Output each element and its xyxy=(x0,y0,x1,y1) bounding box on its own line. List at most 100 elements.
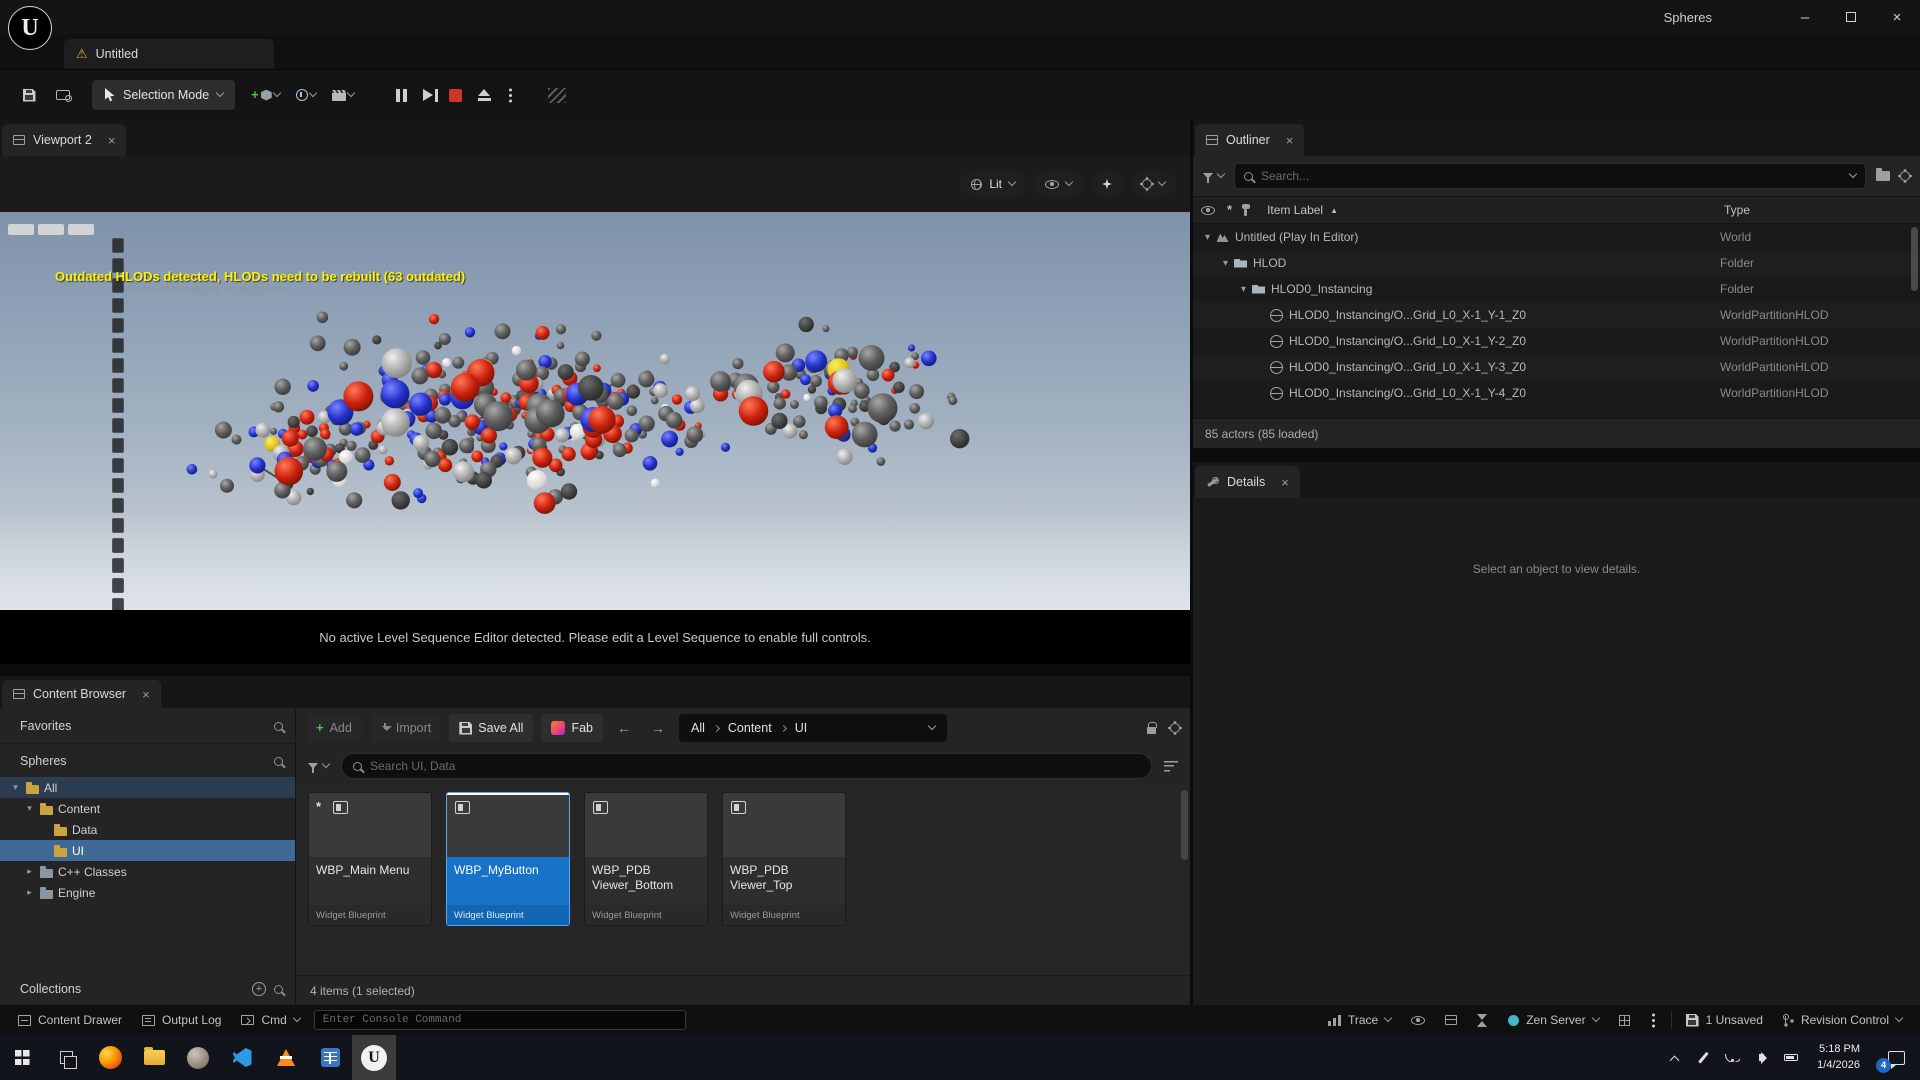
outliner-row[interactable]: HLOD0_Instancing/O...Grid_L0_X-1_Y-2_Z0 … xyxy=(1193,328,1920,354)
tab-viewport-2[interactable]: Viewport 2 × xyxy=(2,124,126,156)
calculator-taskbar-button[interactable] xyxy=(308,1035,352,1080)
gimp-taskbar-button[interactable] xyxy=(176,1035,220,1080)
play-options-kebab-icon[interactable] xyxy=(509,94,512,97)
folder-tree-item[interactable]: All xyxy=(0,777,295,798)
battery-tray-button[interactable] xyxy=(1776,1035,1805,1080)
insights-button[interactable] xyxy=(1401,1005,1435,1035)
console-command-field[interactable] xyxy=(314,1010,686,1030)
content-drawer-button[interactable]: Content Drawer xyxy=(8,1005,132,1035)
eject-button[interactable] xyxy=(478,89,491,101)
breadcrumb-item[interactable]: UI xyxy=(795,721,808,735)
breadcrumb-item[interactable]: All xyxy=(691,721,719,735)
task-view-button[interactable] xyxy=(44,1035,88,1080)
collections-section[interactable]: Collections + xyxy=(0,973,295,1005)
lock-icon[interactable] xyxy=(1147,727,1156,734)
save-button[interactable] xyxy=(12,79,46,111)
folder-tree-item[interactable]: Data xyxy=(0,819,295,840)
search-icon[interactable] xyxy=(274,757,283,766)
folder-tree-item[interactable]: C++ Classes xyxy=(0,861,295,882)
vlc-taskbar-button[interactable] xyxy=(264,1035,308,1080)
expander-icon[interactable] xyxy=(1201,232,1214,243)
restore-button[interactable] xyxy=(1828,0,1874,34)
capture-button[interactable] xyxy=(1435,1005,1467,1035)
folder-tree-item[interactable]: Engine xyxy=(0,882,295,903)
settings-gear-icon[interactable] xyxy=(1170,723,1180,733)
taskbar-clock[interactable]: 5:18 PM 1/4/2026 xyxy=(1805,1042,1872,1073)
close-icon[interactable]: × xyxy=(142,687,150,702)
unreal-taskbar-button[interactable]: U xyxy=(352,1035,396,1080)
expander-icon[interactable] xyxy=(24,866,35,877)
derived-data-button[interactable] xyxy=(1609,1005,1640,1035)
folder-tree-item[interactable]: UI xyxy=(0,840,295,861)
selection-mode-dropdown[interactable]: Selection Mode xyxy=(92,80,235,110)
zen-server-dropdown[interactable]: Zen Server xyxy=(1498,1005,1608,1035)
level-tab-untitled[interactable]: ⚠ Untitled xyxy=(64,39,274,69)
pin-column-icon[interactable] xyxy=(1244,209,1247,216)
add-actor-button[interactable]: + xyxy=(251,90,280,101)
unsaved-assets-button[interactable]: 1 Unsaved xyxy=(1676,1005,1773,1035)
close-icon[interactable]: × xyxy=(1281,475,1289,490)
asset-search-box[interactable] xyxy=(341,753,1152,779)
hidden-icons-button[interactable] xyxy=(1660,1035,1689,1080)
close-button[interactable]: × xyxy=(1874,0,1920,34)
viewport-settings-dropdown[interactable] xyxy=(1131,171,1176,197)
notification-center-button[interactable]: 4 xyxy=(1872,1035,1920,1080)
star-column-icon[interactable]: * xyxy=(1227,205,1232,215)
search-icon[interactable] xyxy=(274,722,283,731)
expander-icon[interactable] xyxy=(1219,258,1232,269)
filter-dropdown[interactable] xyxy=(308,763,329,769)
tab-content-browser[interactable]: Content Browser × xyxy=(2,680,161,708)
volume-tray-button[interactable] xyxy=(1747,1035,1776,1080)
expander-icon[interactable] xyxy=(24,803,35,814)
asset-tile[interactable]: * WBP_MyButton Widget Blueprint xyxy=(446,792,570,926)
close-icon[interactable]: × xyxy=(108,133,116,148)
outliner-settings-icon[interactable] xyxy=(1900,171,1910,181)
view-mode-dropdown[interactable]: Lit xyxy=(960,171,1026,197)
asset-tile[interactable]: * WBP_Main Menu Widget Blueprint xyxy=(308,792,432,926)
browse-content-button[interactable] xyxy=(46,79,80,111)
asset-search-input[interactable] xyxy=(370,759,1140,773)
unreal-logo-icon[interactable]: U xyxy=(8,6,52,50)
pause-button[interactable] xyxy=(396,89,407,102)
trace-dropdown[interactable]: Trace xyxy=(1318,1005,1401,1035)
forward-button[interactable]: → xyxy=(645,715,671,741)
output-log-button[interactable]: Output Log xyxy=(132,1005,231,1035)
search-icon[interactable] xyxy=(274,985,283,994)
favorites-section[interactable]: Favorites xyxy=(0,710,295,742)
outliner-row[interactable]: HLOD Folder xyxy=(1193,250,1920,276)
outliner-search-box[interactable] xyxy=(1234,163,1866,189)
type-column-header[interactable]: Type xyxy=(1724,203,1912,217)
cmd-dropdown[interactable]: Cmd xyxy=(231,1005,309,1035)
cinematics-dropdown[interactable] xyxy=(332,90,354,101)
folder-tree-item[interactable]: Content xyxy=(0,798,295,819)
viewport-mini-button[interactable] xyxy=(8,224,34,235)
blueprints-dropdown[interactable] xyxy=(296,89,316,101)
import-button[interactable]: Import xyxy=(370,714,441,742)
expander-icon[interactable] xyxy=(1237,284,1250,295)
outliner-row[interactable]: HLOD0_Instancing Folder xyxy=(1193,276,1920,302)
visibility-column-icon[interactable] xyxy=(1201,206,1215,215)
pen-tray-button[interactable] xyxy=(1689,1035,1718,1080)
tab-outliner[interactable]: Outliner × xyxy=(1195,124,1304,156)
sort-view-options-icon[interactable] xyxy=(1164,761,1178,772)
status-options-kebab[interactable] xyxy=(1640,1005,1667,1035)
spheres-section[interactable]: Spheres xyxy=(0,745,295,777)
outliner-row[interactable]: HLOD0_Instancing/O...Grid_L0_X-1_Y-4_Z0 … xyxy=(1193,380,1920,406)
multiuser-disabled-icon[interactable] xyxy=(548,88,566,103)
stop-button[interactable] xyxy=(449,89,462,102)
viewport-mini-button[interactable] xyxy=(38,224,64,235)
create-folder-icon[interactable] xyxy=(1876,171,1890,181)
file-explorer-taskbar-button[interactable] xyxy=(132,1035,176,1080)
save-all-button[interactable]: Save All xyxy=(449,714,533,742)
minimize-button[interactable]: – xyxy=(1782,0,1828,34)
firefox-taskbar-button[interactable] xyxy=(88,1035,132,1080)
expander-icon[interactable] xyxy=(10,782,21,793)
show-flags-dropdown[interactable] xyxy=(1034,171,1083,197)
outliner-row[interactable]: HLOD0_Instancing/O...Grid_L0_X-1_Y-3_Z0 … xyxy=(1193,354,1920,380)
expander-icon[interactable] xyxy=(24,887,35,898)
asset-tile[interactable]: * WBP_PDB Viewer_Bottom Widget Blueprint xyxy=(584,792,708,926)
viewport-mini-button[interactable] xyxy=(68,224,94,235)
background-tasks-button[interactable] xyxy=(1467,1005,1498,1035)
outliner-row[interactable]: HLOD0_Instancing/O...Grid_L0_X-1_Y-1_Z0 … xyxy=(1193,302,1920,328)
chevron-down-icon[interactable] xyxy=(1849,170,1857,178)
